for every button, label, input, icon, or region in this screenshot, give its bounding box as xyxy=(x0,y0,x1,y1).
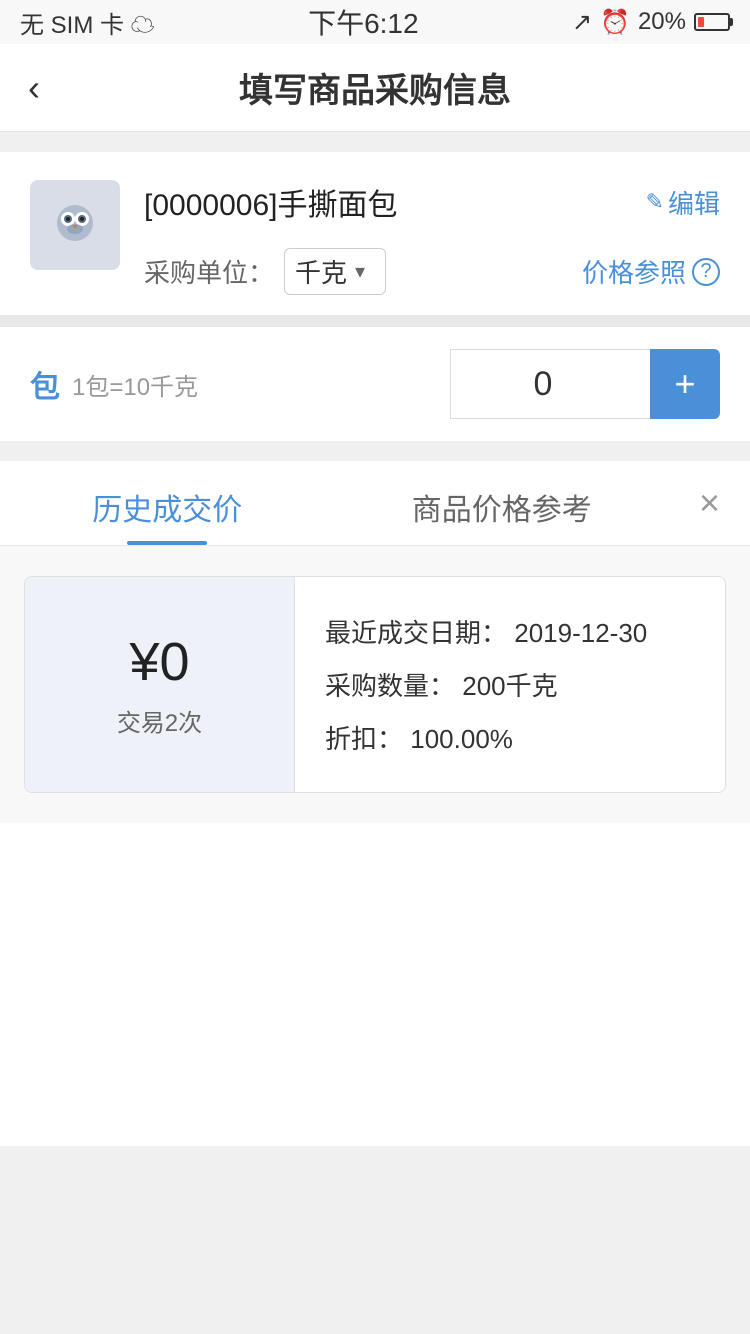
price-ref-button[interactable]: 价格参照 ? xyxy=(582,253,720,290)
history-transaction-count: 交易2次 xyxy=(117,703,202,738)
history-discount-row: 折扣： 100.00% xyxy=(325,719,695,756)
history-content: ¥0 交易2次 最近成交日期： 2019-12-30 采购数量： 200千克 折… xyxy=(0,546,750,823)
product-name: [0000006]手撕面包 xyxy=(144,180,397,224)
history-card: ¥0 交易2次 最近成交日期： 2019-12-30 采购数量： 200千克 折… xyxy=(24,576,726,793)
status-time: 下午6:12 xyxy=(308,2,419,42)
product-name-row: [0000006]手撕面包 ✎ 编辑 xyxy=(144,180,720,224)
history-recent-date-row: 最近成交日期： 2019-12-30 xyxy=(325,613,695,650)
product-logo xyxy=(30,180,120,270)
tab-bar: 历史成交价 商品价格参考 × xyxy=(0,461,750,546)
back-button[interactable]: ‹ xyxy=(28,67,40,109)
tab-history-price[interactable]: 历史成交价 xyxy=(0,461,334,545)
quantity-unit-badge: 包 xyxy=(30,362,60,406)
unit-label: 采购单位： xyxy=(144,253,274,290)
history-discount-value: 100.00% xyxy=(410,724,513,754)
history-recent-date-value: 2019-12-30 xyxy=(514,618,647,648)
status-bar: 无 SIM 卡 ☁ 下午6:12 ↗ ⏰ 20% xyxy=(0,0,750,44)
history-recent-date-label: 最近成交日期： xyxy=(325,618,507,648)
divider xyxy=(0,315,750,327)
sim-status: 无 SIM 卡 ☁ xyxy=(20,5,155,40)
main-content: ¥0 交易2次 最近成交日期： 2019-12-30 采购数量： 200千克 折… xyxy=(0,546,750,1146)
edit-icon: ✎ xyxy=(646,189,664,215)
owl-svg-icon xyxy=(45,195,105,255)
product-info: [0000006]手撕面包 ✎ 编辑 采购单位： 千克 ▾ 价格参照 ? xyxy=(144,180,720,295)
product-logo-inner xyxy=(45,195,105,255)
tab-close-button[interactable]: × xyxy=(669,462,750,544)
quantity-plus-button[interactable]: + xyxy=(650,349,720,419)
product-header: [0000006]手撕面包 ✎ 编辑 采购单位： 千克 ▾ 价格参照 ? xyxy=(30,180,720,295)
history-quantity-label: 采购数量： xyxy=(325,671,455,701)
history-discount-label: 折扣： xyxy=(325,724,403,754)
nav-bar: ‹ 填写商品采购信息 xyxy=(0,44,750,132)
alarm-icon: ⏰ xyxy=(600,8,630,37)
page-title: 填写商品采购信息 xyxy=(239,63,511,112)
unit-value: 千克 xyxy=(295,253,347,290)
battery-percent: 20% xyxy=(638,8,686,36)
unit-selector-group: 采购单位： 千克 ▾ xyxy=(144,248,386,295)
quantity-input[interactable] xyxy=(450,349,650,419)
tab-price-reference[interactable]: 商品价格参考 xyxy=(334,461,668,545)
status-right: ↗ ⏰ 20% xyxy=(572,8,730,37)
unit-select-arrow-icon: ▾ xyxy=(355,259,365,284)
history-detail-panel: 最近成交日期： 2019-12-30 采购数量： 200千克 折扣： 100.0… xyxy=(295,577,725,792)
history-price-value: ¥0 xyxy=(129,631,189,693)
battery-icon xyxy=(694,13,730,31)
plus-icon: + xyxy=(674,366,695,402)
product-card: [0000006]手撕面包 ✎ 编辑 采购单位： 千克 ▾ 价格参照 ? xyxy=(0,152,750,315)
status-left: 无 SIM 卡 ☁ xyxy=(20,5,155,40)
product-unit-row: 采购单位： 千克 ▾ 价格参照 ? xyxy=(144,248,720,295)
edit-button[interactable]: ✎ 编辑 xyxy=(646,184,720,221)
history-price-panel: ¥0 交易2次 xyxy=(25,577,295,792)
quantity-row: 包 1包=10千克 + xyxy=(0,327,750,441)
history-quantity-value: 200千克 xyxy=(462,671,557,701)
price-ref-info-icon: ? xyxy=(692,258,720,286)
history-quantity-row: 采购数量： 200千克 xyxy=(325,666,695,703)
quantity-unit-sub: 1包=10千克 xyxy=(72,367,198,402)
quantity-label-group: 包 1包=10千克 xyxy=(30,362,198,406)
location-icon: ↗ xyxy=(572,8,592,37)
quantity-input-group: + xyxy=(450,349,720,419)
unit-select[interactable]: 千克 ▾ xyxy=(284,248,386,295)
